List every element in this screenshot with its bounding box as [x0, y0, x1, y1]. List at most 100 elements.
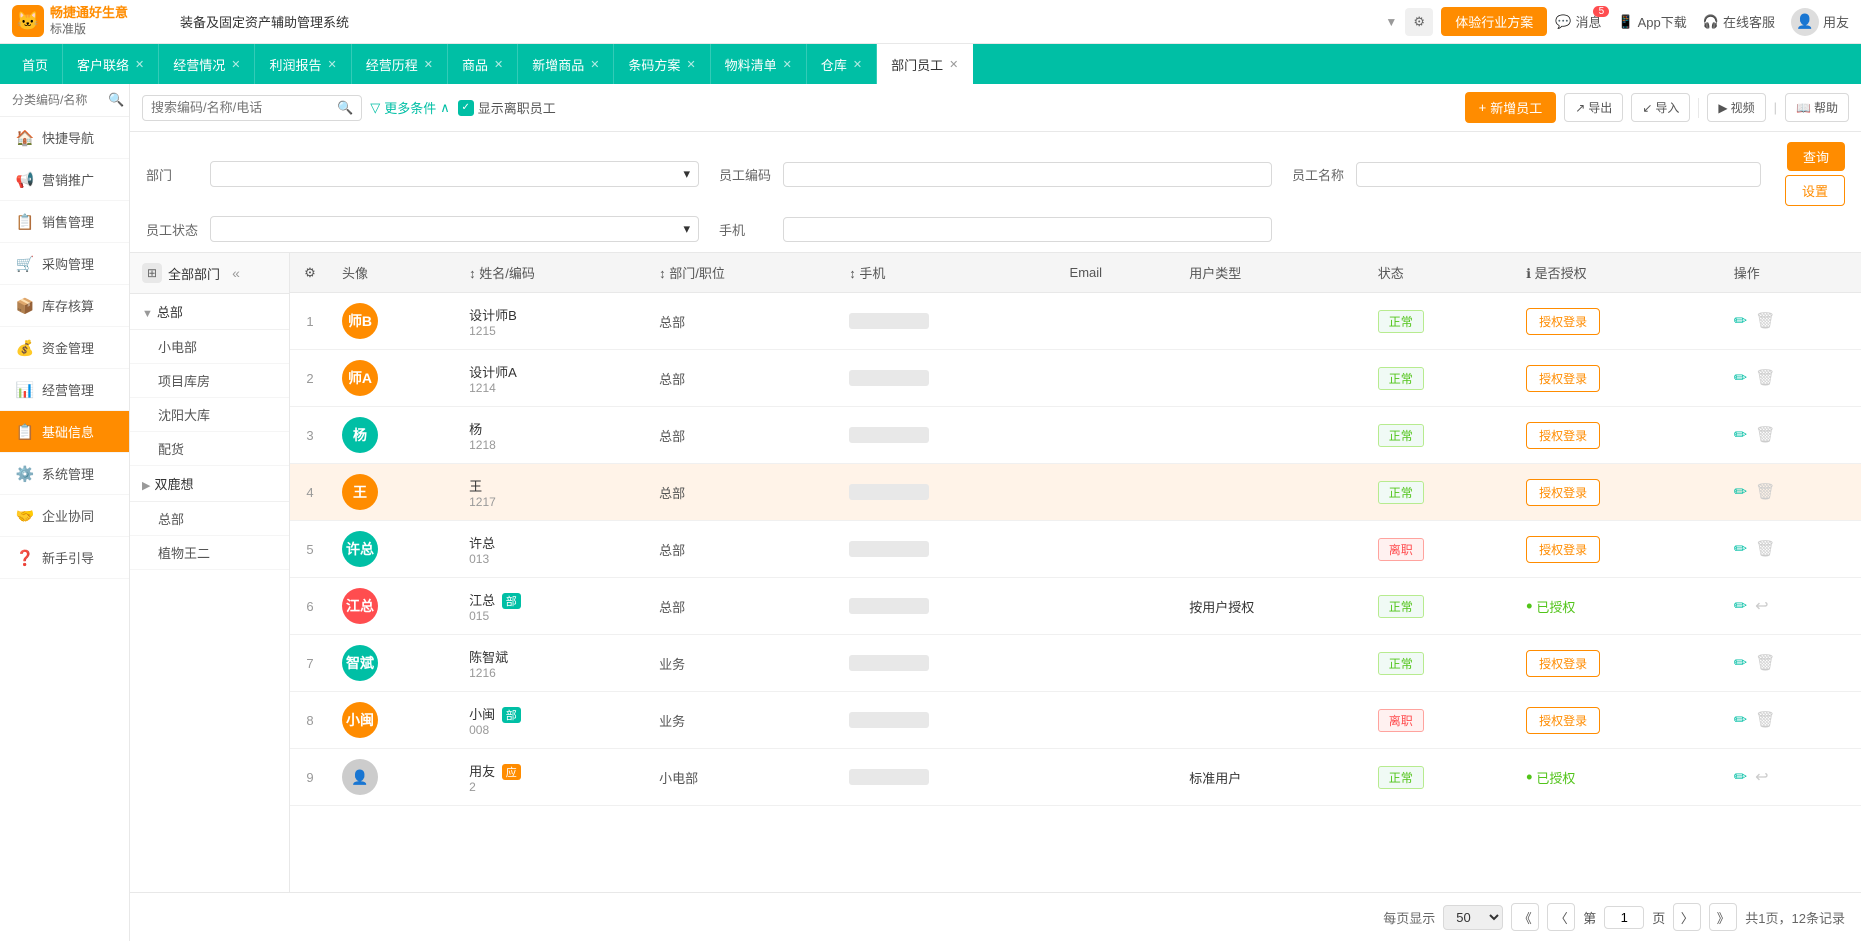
search-input[interactable] [151, 100, 331, 115]
tab-customer[interactable]: 客户联络 ✕ [63, 44, 159, 84]
tab-home[interactable]: 首页 [8, 44, 63, 84]
delete-icon[interactable]: 🗑 [1755, 653, 1775, 673]
dept-sub-plantking[interactable]: 植物王二 [130, 536, 289, 570]
tab-bom[interactable]: 物料清单 ✕ [711, 44, 807, 84]
page-input[interactable] [1604, 906, 1644, 929]
close-icon[interactable]: ✕ [853, 58, 862, 71]
close-icon[interactable]: ✕ [590, 58, 599, 71]
edit-icon[interactable]: ✏ [1734, 311, 1747, 331]
close-icon[interactable]: ✕ [231, 58, 240, 71]
dept-sub-delivery[interactable]: 配货 [130, 432, 289, 466]
tab-goods[interactable]: 商品 ✕ [448, 44, 518, 84]
delete-icon[interactable]: 🗑 [1755, 311, 1775, 331]
show-resigned-toggle[interactable]: ✓ 显示离职员工 [458, 98, 556, 117]
emp-code-input[interactable] [783, 162, 1272, 187]
emp-name-input[interactable] [1356, 162, 1761, 187]
phone-input[interactable] [783, 217, 1272, 242]
sidebar-search-input[interactable] [12, 93, 102, 107]
messages-button[interactable]: 💬 消息 5 [1555, 12, 1601, 31]
tab-history[interactable]: 经营历程 ✕ [352, 44, 448, 84]
col-phone[interactable]: ↕ 手机 [837, 253, 1057, 293]
sidebar-item-enterprise[interactable]: 🤝 企业协同 [0, 495, 129, 537]
delete-icon[interactable]: 🗑 [1755, 482, 1775, 502]
next-page-button[interactable]: 〉 [1673, 903, 1701, 931]
close-icon[interactable]: ✕ [135, 58, 144, 71]
edit-icon[interactable]: ✏ [1734, 596, 1747, 616]
dept-select[interactable]: ▾ [210, 161, 699, 187]
edit-icon[interactable]: ✏ [1734, 539, 1747, 559]
dept-toggle[interactable]: ⊞ [142, 263, 162, 283]
tab-operations[interactable]: 经营情况 ✕ [159, 44, 255, 84]
tab-barcode[interactable]: 条码方案 ✕ [614, 44, 710, 84]
sidebar-item-guide[interactable]: ❓ 新手引导 [0, 537, 129, 579]
delete-icon[interactable]: 🗑 [1755, 368, 1775, 388]
first-page-button[interactable]: 《 [1511, 903, 1539, 931]
close-icon[interactable]: ✕ [783, 58, 792, 71]
sidebar-item-inventory[interactable]: 📦 库存核算 [0, 285, 129, 327]
system-dropdown[interactable]: ▼ [1385, 15, 1397, 29]
edit-icon[interactable]: ✏ [1734, 653, 1747, 673]
settings-icon[interactable]: ⚙ [1405, 8, 1433, 36]
prev-page-button[interactable]: 〈 [1547, 903, 1575, 931]
tab-warehouse[interactable]: 仓库 ✕ [807, 44, 877, 84]
close-icon[interactable]: ✕ [328, 58, 337, 71]
close-icon[interactable]: ✕ [949, 58, 958, 71]
trial-button[interactable]: 体验行业方案 [1441, 7, 1547, 36]
auth-button[interactable]: 授权登录 [1526, 707, 1600, 734]
edit-icon[interactable]: ✏ [1734, 710, 1747, 730]
user-menu[interactable]: 👤 用友 [1791, 8, 1849, 36]
close-icon[interactable]: ✕ [686, 58, 695, 71]
sidebar-item-operations[interactable]: 📊 经营管理 [0, 369, 129, 411]
tab-profit[interactable]: 利润报告 ✕ [255, 44, 351, 84]
page-size-select[interactable]: 50 100 200 [1443, 905, 1503, 930]
dept-sub-hq2[interactable]: 总部 [130, 502, 289, 536]
close-icon[interactable]: ✕ [424, 58, 433, 71]
sidebar-item-basic[interactable]: 📋 基础信息 [0, 411, 129, 453]
auth-button[interactable]: 授权登录 [1526, 422, 1600, 449]
auth-button[interactable]: 授权登录 [1526, 479, 1600, 506]
auth-button[interactable]: 授权登录 [1526, 536, 1600, 563]
emp-status-select[interactable]: ▾ [210, 216, 699, 242]
tab-add-goods[interactable]: 新增商品 ✕ [518, 44, 614, 84]
delete-icon[interactable]: 🗑 [1755, 710, 1775, 730]
import-button[interactable]: ↙ 导入 [1631, 93, 1690, 122]
tab-employees[interactable]: 部门员工 ✕ [877, 44, 973, 84]
online-service-button[interactable]: 🎧 在线客服 [1703, 12, 1775, 31]
delete-icon[interactable]: ↩ [1755, 767, 1768, 787]
edit-icon[interactable]: ✏ [1734, 368, 1747, 388]
query-button[interactable]: 查询 [1787, 142, 1845, 171]
set-button[interactable]: 设置 [1785, 175, 1845, 206]
sidebar-item-marketing[interactable]: 📢 营销推广 [0, 159, 129, 201]
dept-sub-project[interactable]: 项目库房 [130, 364, 289, 398]
col-setting[interactable]: ⚙ [290, 253, 330, 293]
sidebar-search-icon[interactable]: 🔍 [108, 92, 124, 108]
col-name[interactable]: ↕ 姓名/编码 [457, 253, 647, 293]
delete-icon[interactable]: 🗑 [1755, 539, 1775, 559]
last-page-button[interactable]: 》 [1709, 903, 1737, 931]
edit-icon[interactable]: ✏ [1734, 482, 1747, 502]
sidebar-item-quick-nav[interactable]: 🏠 快捷导航 [0, 117, 129, 159]
sidebar-item-purchase[interactable]: 🛒 采购管理 [0, 243, 129, 285]
dept-sub-electronics[interactable]: 小电部 [130, 330, 289, 364]
close-icon[interactable]: ✕ [494, 58, 503, 71]
video-button[interactable]: ▶ 视频 [1707, 93, 1765, 122]
more-filter-button[interactable]: ▽ 更多条件 ∧ [370, 98, 450, 117]
export-button[interactable]: ↗ 导出 [1564, 93, 1623, 122]
app-download-button[interactable]: 📱 App下载 [1617, 12, 1686, 31]
col-dept[interactable]: ↕ 部门/职位 [647, 253, 837, 293]
sidebar-item-finance[interactable]: 💰 资金管理 [0, 327, 129, 369]
auth-button[interactable]: 授权登录 [1526, 650, 1600, 677]
edit-icon[interactable]: ✏ [1734, 767, 1747, 787]
dept-sub-shenyang[interactable]: 沈阳大库 [130, 398, 289, 432]
dept-collapse-button[interactable]: « [226, 263, 246, 283]
help-button[interactable]: 📖 帮助 [1785, 93, 1849, 122]
dept-group-shuanglu[interactable]: ▶双鹿想 [130, 466, 289, 502]
edit-icon[interactable]: ✏ [1734, 425, 1747, 445]
sidebar-item-sales[interactable]: 📋 销售管理 [0, 201, 129, 243]
dept-group-headquarters[interactable]: ▼总部 [130, 294, 289, 330]
search-icon[interactable]: 🔍 [337, 100, 353, 116]
auth-button[interactable]: 授权登录 [1526, 365, 1600, 392]
add-employee-button[interactable]: + 新增员工 [1465, 92, 1557, 123]
auth-button[interactable]: 授权登录 [1526, 308, 1600, 335]
delete-icon[interactable]: ↩ [1755, 596, 1768, 616]
